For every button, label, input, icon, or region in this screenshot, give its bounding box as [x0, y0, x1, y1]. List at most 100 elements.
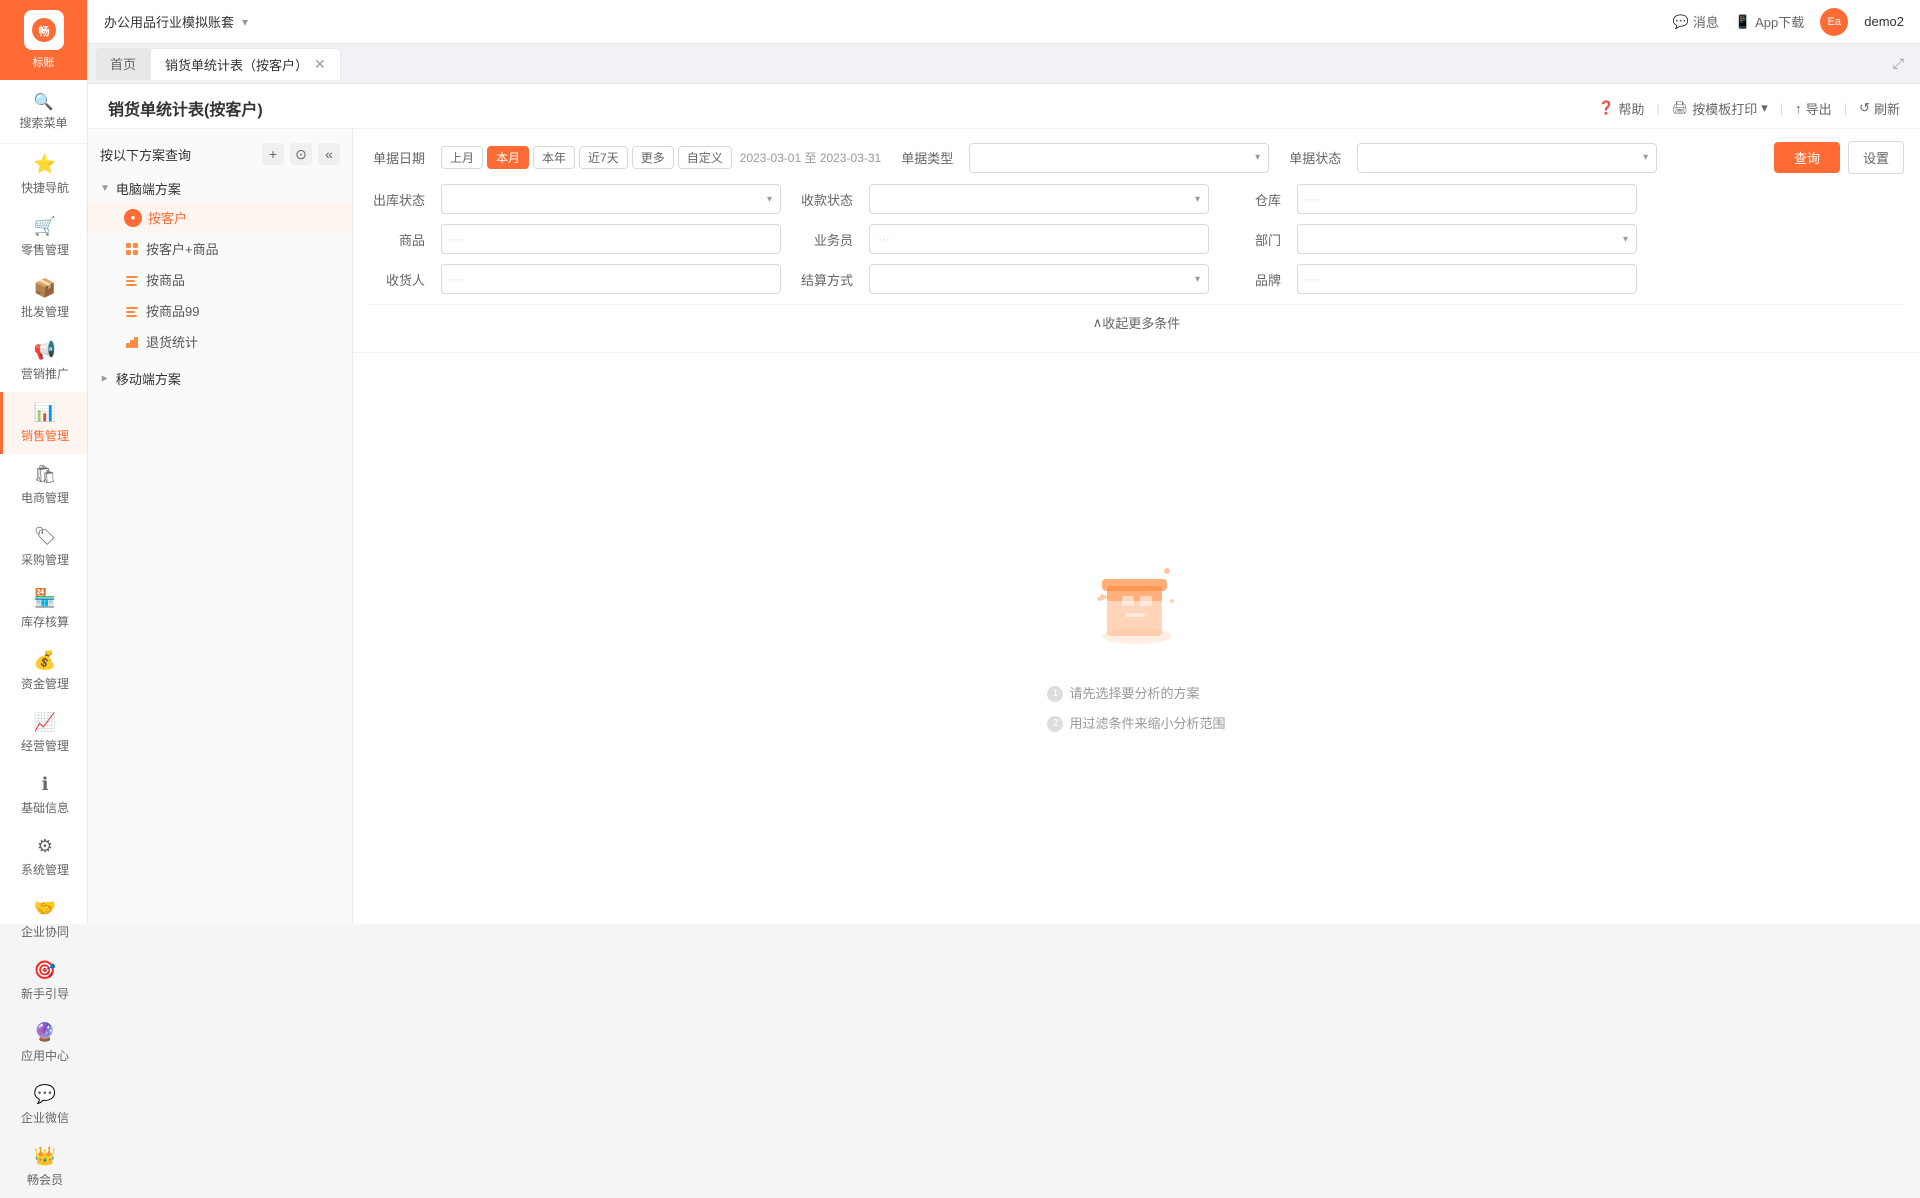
scheme-icon-customer-goods — [124, 241, 140, 257]
date-btn-custom[interactable]: 自定义 — [678, 146, 732, 169]
warehouse-select[interactable]: ··· — [1297, 184, 1637, 214]
tab-bar-inner: 首页 销货单统计表（按客户） ✕ — [96, 48, 1883, 80]
empty-state: 1 请先选择要分析的方案 2 用过滤条件来缩小分析范围 — [353, 353, 1920, 924]
sidebar-member-label: 畅会员 — [27, 1171, 63, 1188]
sidebar-item-app-center[interactable]: 🔮 应用中心 — [0, 1012, 87, 1074]
goods-select[interactable]: ··· — [441, 224, 781, 254]
date-label: 单据日期 — [369, 148, 425, 167]
mobile-group-header[interactable]: ▼ 移动端方案 — [88, 365, 352, 392]
sales-icon: 📊 — [34, 402, 56, 423]
settings-button[interactable]: 设置 — [1848, 141, 1904, 174]
scheme-item-by-customer[interactable]: ● 按客户 — [88, 202, 352, 233]
tab-maximize-icon[interactable]: ⤢ — [1893, 55, 1904, 72]
scheme-item-customer-label: 按客户 — [148, 208, 187, 227]
scheme-icon-goods-99 — [124, 303, 140, 319]
tab-home[interactable]: 首页 — [96, 48, 150, 80]
sidebar-item-quick-nav[interactable]: ⭐ 快捷导航 — [0, 144, 87, 206]
export-label: 导出 — [1806, 99, 1832, 118]
sidebar-inventory-label: 库存核算 — [21, 613, 69, 630]
sidebar-item-inventory[interactable]: 🏪 库存核算 — [0, 578, 87, 640]
payment-status-select[interactable]: ▾ — [869, 184, 1209, 214]
scheme-item-by-goods[interactable]: 按商品 — [88, 264, 352, 295]
retail-icon: 🛒 — [34, 216, 56, 237]
date-group: 上月 本月 本年 近7天 更多 自定义 2023-03-01 至 2023-03… — [441, 146, 881, 169]
edit-scheme-button[interactable]: ⊙ — [290, 143, 312, 165]
mobile-group-arrow: ▼ — [99, 374, 110, 384]
sidebar-basicinfo-label: 基础信息 — [21, 799, 69, 816]
help-icon: ❓ — [1598, 100, 1614, 116]
scheme-icon-goods — [124, 272, 140, 288]
message-icon: 💬 — [1673, 14, 1689, 30]
sidebar-item-member[interactable]: 👑 畅会员 — [0, 1136, 87, 1198]
doc-status-label: 单据状态 — [1285, 148, 1341, 167]
user-avatar[interactable]: Ea — [1820, 8, 1848, 36]
sidebar-item-wholesale[interactable]: 📦 批发管理 — [0, 268, 87, 330]
scheme-item-by-customer-goods[interactable]: 按客户+商品 — [88, 233, 352, 264]
sidebar-item-basic-info[interactable]: ℹ 基础信息 — [0, 764, 87, 826]
export-button[interactable]: ↑ 导出 — [1795, 99, 1832, 118]
brand-select[interactable]: ··· — [1297, 264, 1637, 294]
refresh-label: 刷新 — [1874, 99, 1900, 118]
sidebar-item-retail[interactable]: 🛒 零售管理 — [0, 206, 87, 268]
help-button[interactable]: ❓ 帮助 — [1598, 99, 1644, 118]
goods-placeholder: ··· — [450, 232, 462, 246]
out-status-select[interactable]: ▾ — [441, 184, 781, 214]
tab-close-icon[interactable]: ✕ — [314, 56, 326, 73]
refresh-button[interactable]: ↺ 刷新 — [1859, 99, 1900, 118]
search-icon: 🔍 — [34, 92, 54, 112]
date-btn-last-7[interactable]: 近7天 — [579, 146, 628, 169]
step-1-circle: 1 — [1047, 686, 1063, 702]
sidebar-item-finance[interactable]: 💰 资金管理 — [0, 640, 87, 702]
date-btn-this-month[interactable]: 本月 — [487, 146, 529, 169]
help-label: 帮助 — [1618, 99, 1644, 118]
sidebar-item-wechat[interactable]: 💬 企业微信 — [0, 1074, 87, 1136]
salesperson-label: 业务员 — [797, 230, 853, 249]
scheme-icon-return — [124, 334, 140, 350]
payment-status-arrow: ▾ — [1195, 194, 1200, 205]
app-download-button[interactable]: 📱 App下载 — [1735, 12, 1804, 31]
system-icon: ⚙ — [37, 836, 53, 857]
sidebar-item-newbie[interactable]: 🎯 新手引导 — [0, 950, 87, 1012]
ecommerce-icon: 🛍 — [34, 464, 57, 485]
desktop-scheme-group: ▼ 电脑端方案 ● 按客户 — [88, 171, 352, 361]
sidebar-item-sales[interactable]: 📊 销售管理 — [0, 392, 87, 454]
sidebar-item-system[interactable]: ⚙ 系统管理 — [0, 826, 87, 888]
query-button[interactable]: 查询 — [1774, 142, 1840, 173]
tab-sales-stat[interactable]: 销货单统计表（按客户） ✕ — [150, 48, 341, 80]
member-icon: 👑 — [34, 1146, 56, 1167]
collapse-more-button[interactable]: ∧ 收起更多条件 — [369, 304, 1904, 340]
collapse-label: 收起更多条件 — [1102, 313, 1180, 332]
sidebar-wechat-label: 企业微信 — [21, 1109, 69, 1126]
date-btn-last-month[interactable]: 上月 — [441, 146, 483, 169]
empty-hint-1-text: 请先选择要分析的方案 — [1069, 681, 1199, 707]
body-layout: 按以下方案查询 + ⊙ « ▼ 电脑端方案 ● — [88, 129, 1920, 924]
receiver-select[interactable]: ··· — [441, 264, 781, 294]
doc-type-select[interactable]: ▾ — [969, 143, 1269, 173]
message-button[interactable]: 💬 消息 — [1673, 12, 1719, 31]
desktop-group-header[interactable]: ▼ 电脑端方案 — [88, 175, 352, 202]
collapse-panel-button[interactable]: « — [318, 143, 340, 165]
date-btn-more[interactable]: 更多 — [632, 146, 674, 169]
sidebar-item-operation[interactable]: 📈 经营管理 — [0, 702, 87, 764]
sidebar-operation-label: 经营管理 — [21, 737, 69, 754]
logo-icon: 畅 — [24, 10, 64, 50]
receiver-placeholder: ··· — [450, 272, 462, 286]
sidebar-item-search[interactable]: 🔍 搜索菜单 — [0, 80, 87, 144]
print-button[interactable]: 🖨 按模板打印 ▾ — [1672, 99, 1768, 118]
salesperson-select[interactable]: ··· — [869, 224, 1209, 254]
dept-select[interactable]: ▾ — [1297, 224, 1637, 254]
scheme-item-by-goods-99[interactable]: 按商品99 — [88, 295, 352, 326]
sidebar-item-purchase[interactable]: 🏷 采购管理 — [0, 516, 87, 578]
sidebar-item-marketing[interactable]: 📢 营销推广 — [0, 330, 87, 392]
add-scheme-button[interactable]: + — [262, 143, 284, 165]
scheme-item-return-stat[interactable]: 退货统计 — [88, 326, 352, 357]
goods-label: 商品 — [369, 230, 425, 249]
date-btn-this-year[interactable]: 本年 — [533, 146, 575, 169]
header-dropdown-icon[interactable]: ▾ — [242, 15, 248, 29]
sidebar-item-enterprise[interactable]: 🤝 企业协同 — [0, 888, 87, 950]
sidebar-item-ecommerce[interactable]: 🛍 电商管理 — [0, 454, 87, 516]
doc-status-select[interactable]: ▾ — [1357, 143, 1657, 173]
print-icon: 🖨 — [1672, 100, 1689, 116]
settlement-select[interactable]: ▾ — [869, 264, 1209, 294]
wechat-icon: 💬 — [34, 1084, 56, 1105]
